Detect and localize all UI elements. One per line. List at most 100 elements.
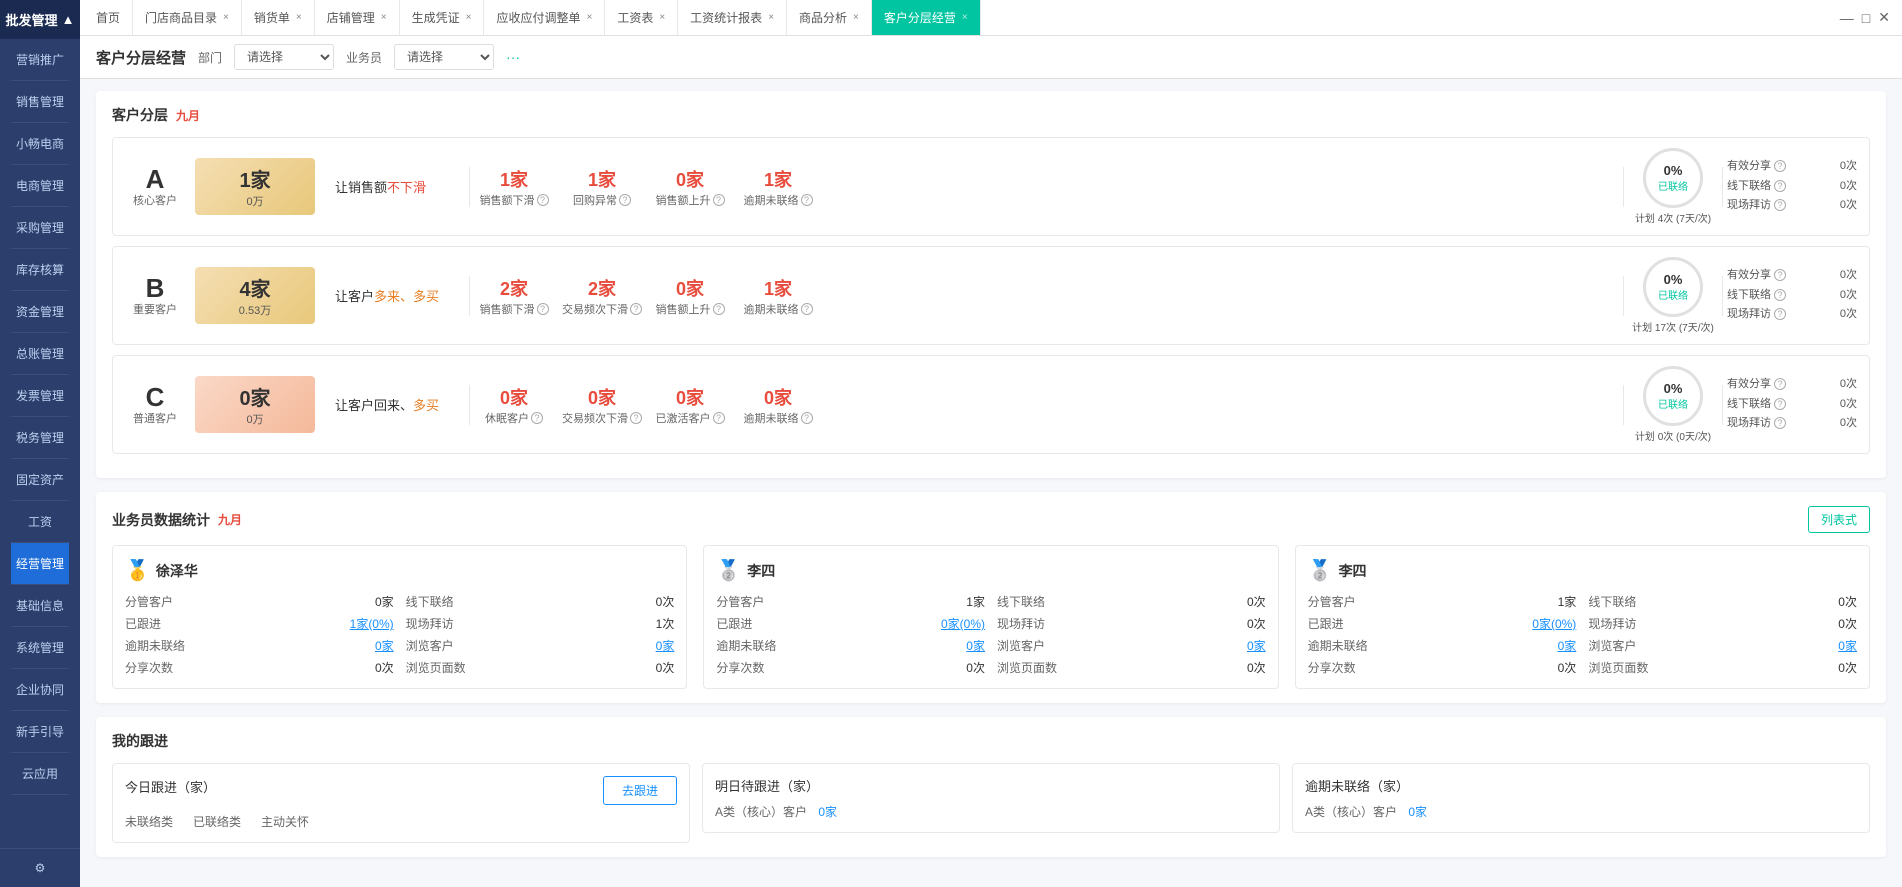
tier-count-block[interactable]: 4家0.53万 xyxy=(195,267,315,324)
info-icon[interactable]: ? xyxy=(531,412,543,424)
sidebar-item-发票管理[interactable]: 发票管理 xyxy=(11,375,69,417)
tier-stat-item[interactable]: 2家销售额下滑 ? xyxy=(474,275,554,317)
tier-stat-item[interactable]: 1家回购异常 ? xyxy=(562,166,642,208)
tab-maximize-button[interactable]: □ xyxy=(1862,10,1870,26)
info-icon[interactable]: ? xyxy=(1774,269,1786,281)
tier-count-block[interactable]: 1家0万 xyxy=(195,158,315,215)
staff-row-value: 0次 xyxy=(1838,593,1857,610)
sidebar-item-基础信息[interactable]: 基础信息 xyxy=(11,585,69,627)
info-icon[interactable]: ? xyxy=(1774,180,1786,192)
tab-actions: — □ ✕ xyxy=(1840,9,1898,26)
tier-stat-item[interactable]: 0家销售额上升 ? xyxy=(650,166,730,208)
staff-row: 浏览页面数0次 xyxy=(406,659,675,676)
tier-stat-item[interactable]: 0家销售额上升 ? xyxy=(650,275,730,317)
tab-门店商品目录[interactable]: 门店商品目录× xyxy=(133,0,242,36)
info-icon[interactable]: ? xyxy=(801,412,813,424)
tier-count-block[interactable]: 0家0万 xyxy=(195,376,315,433)
info-icon[interactable]: ? xyxy=(1774,199,1786,211)
sidebar-item-总账管理[interactable]: 总账管理 xyxy=(11,333,69,375)
info-icon[interactable]: ? xyxy=(1774,308,1786,320)
list-view-button[interactable]: 列表式 xyxy=(1808,506,1870,533)
info-icon[interactable]: ? xyxy=(1774,289,1786,301)
info-icon[interactable]: ? xyxy=(713,303,725,315)
tab-close-button[interactable]: ✕ xyxy=(1878,9,1890,26)
staff-row-value[interactable]: 0家 xyxy=(375,637,394,654)
sidebar-item-小畅电商[interactable]: 小畅电商 xyxy=(11,123,69,165)
tab-商品分析[interactable]: 商品分析× xyxy=(787,0,872,36)
info-icon[interactable]: ? xyxy=(801,303,813,315)
dept-select[interactable]: 请选择 xyxy=(234,44,334,70)
staff-row-value[interactable]: 0家(0%) xyxy=(1532,615,1576,632)
tab-工资表[interactable]: 工资表× xyxy=(605,0,678,36)
sidebar-item-税务管理[interactable]: 税务管理 xyxy=(11,417,69,459)
tier-stat-item[interactable]: 1家销售额下滑 ? xyxy=(474,166,554,208)
staff-row-value[interactable]: 0家 xyxy=(966,637,985,654)
info-icon[interactable]: ? xyxy=(1774,378,1786,390)
staff-row-value[interactable]: 0家 xyxy=(656,637,675,654)
tier-stat-item[interactable]: 0家已激活客户 ? xyxy=(650,384,730,426)
tab-工资统计报表[interactable]: 工资统计报表× xyxy=(678,0,787,36)
tier-stat-item[interactable]: 0家休眠客户 ? xyxy=(474,384,554,426)
tab-close-icon[interactable]: × xyxy=(659,12,665,23)
sidebar-item-电商管理[interactable]: 电商管理 xyxy=(11,165,69,207)
info-icon[interactable]: ? xyxy=(537,303,549,315)
info-icon[interactable]: ? xyxy=(537,194,549,206)
staff-row-value: 0次 xyxy=(656,659,675,676)
tab-close-icon[interactable]: × xyxy=(853,12,859,23)
info-icon[interactable]: ? xyxy=(1774,417,1786,429)
tab-应收应付调整单[interactable]: 应收应付调整单× xyxy=(484,0,605,36)
tier-stat-num: 2家 xyxy=(562,275,642,301)
tab-close-icon[interactable]: × xyxy=(466,12,472,23)
sidebar-item-资金管理[interactable]: 资金管理 xyxy=(11,291,69,333)
info-icon[interactable]: ? xyxy=(713,412,725,424)
staff-row-value[interactable]: 0家(0%) xyxy=(941,615,985,632)
sidebar-item-云应用[interactable]: 云应用 xyxy=(11,753,69,795)
tab-客户分层经营[interactable]: 客户分层经营× xyxy=(872,0,981,36)
tab-生成凭证[interactable]: 生成凭证× xyxy=(400,0,485,36)
sidebar-item-经营管理[interactable]: 经营管理 xyxy=(11,543,69,585)
goto-followup-button[interactable]: 去跟进 xyxy=(603,776,677,805)
sidebar-item-营销推广[interactable]: 营销推广 xyxy=(11,39,69,81)
sidebar-item-固定资产[interactable]: 固定资产 xyxy=(11,459,69,501)
tab-销货单[interactable]: 销货单× xyxy=(242,0,315,36)
sidebar-header[interactable]: 批发管理 ▲ xyxy=(0,0,80,39)
tab-close-icon[interactable]: × xyxy=(381,12,387,23)
sidebar-item-系统管理[interactable]: 系统管理 xyxy=(11,627,69,669)
info-icon[interactable]: ? xyxy=(1774,398,1786,410)
info-icon[interactable]: ? xyxy=(713,194,725,206)
staff-select[interactable]: 请选择 xyxy=(394,44,494,70)
tab-close-icon[interactable]: × xyxy=(296,12,302,23)
tier-stat-item[interactable]: 1家逾期未联络 ? xyxy=(738,275,818,317)
circle-pct: 0% xyxy=(1664,381,1683,396)
sidebar-item-企业协同[interactable]: 企业协同 xyxy=(11,669,69,711)
staff-row-value[interactable]: 1家(0%) xyxy=(350,615,394,632)
settings-icon[interactable]: ⚙ xyxy=(0,848,80,887)
tab-close-icon[interactable]: × xyxy=(768,12,774,23)
info-icon[interactable]: ? xyxy=(630,412,642,424)
tier-stat-item[interactable]: 2家交易频次下滑 ? xyxy=(562,275,642,317)
tier-stat-item[interactable]: 0家交易频次下滑 ? xyxy=(562,384,642,426)
staff-row-value[interactable]: 0家 xyxy=(1247,637,1266,654)
tab-close-icon[interactable]: × xyxy=(223,12,229,23)
info-icon[interactable]: ? xyxy=(619,194,631,206)
tab-店铺管理[interactable]: 店铺管理× xyxy=(315,0,400,36)
tab-close-icon[interactable]: × xyxy=(586,12,592,23)
staff-row-value[interactable]: 0家 xyxy=(1558,637,1577,654)
info-icon[interactable]: ? xyxy=(801,194,813,206)
tier-right-stats: 有效分享 ?0次线下联络 ?0次现场拜访 ?0次 xyxy=(1727,266,1857,325)
sidebar-item-销售管理[interactable]: 销售管理 xyxy=(11,81,69,123)
staff-row-value[interactable]: 0家 xyxy=(1838,637,1857,654)
more-options-icon[interactable]: ··· xyxy=(506,49,520,65)
info-icon[interactable]: ? xyxy=(1774,160,1786,172)
tab-close-icon[interactable]: × xyxy=(962,12,968,23)
tier-stat-item[interactable]: 1家逾期未联络 ? xyxy=(738,166,818,208)
tab-首页[interactable]: 首页 xyxy=(84,0,133,36)
sidebar-item-工资[interactable]: 工资 xyxy=(11,501,69,543)
tab-minimize-button[interactable]: — xyxy=(1840,10,1854,26)
sidebar-item-新手引导[interactable]: 新手引导 xyxy=(11,711,69,753)
info-icon[interactable]: ? xyxy=(630,303,642,315)
tier-stat-item[interactable]: 0家逾期未联络 ? xyxy=(738,384,818,426)
sidebar-item-采购管理[interactable]: 采购管理 xyxy=(11,207,69,249)
sidebar-collapse-icon[interactable]: ▲ xyxy=(62,12,75,27)
sidebar-item-库存核算[interactable]: 库存核算 xyxy=(11,249,69,291)
